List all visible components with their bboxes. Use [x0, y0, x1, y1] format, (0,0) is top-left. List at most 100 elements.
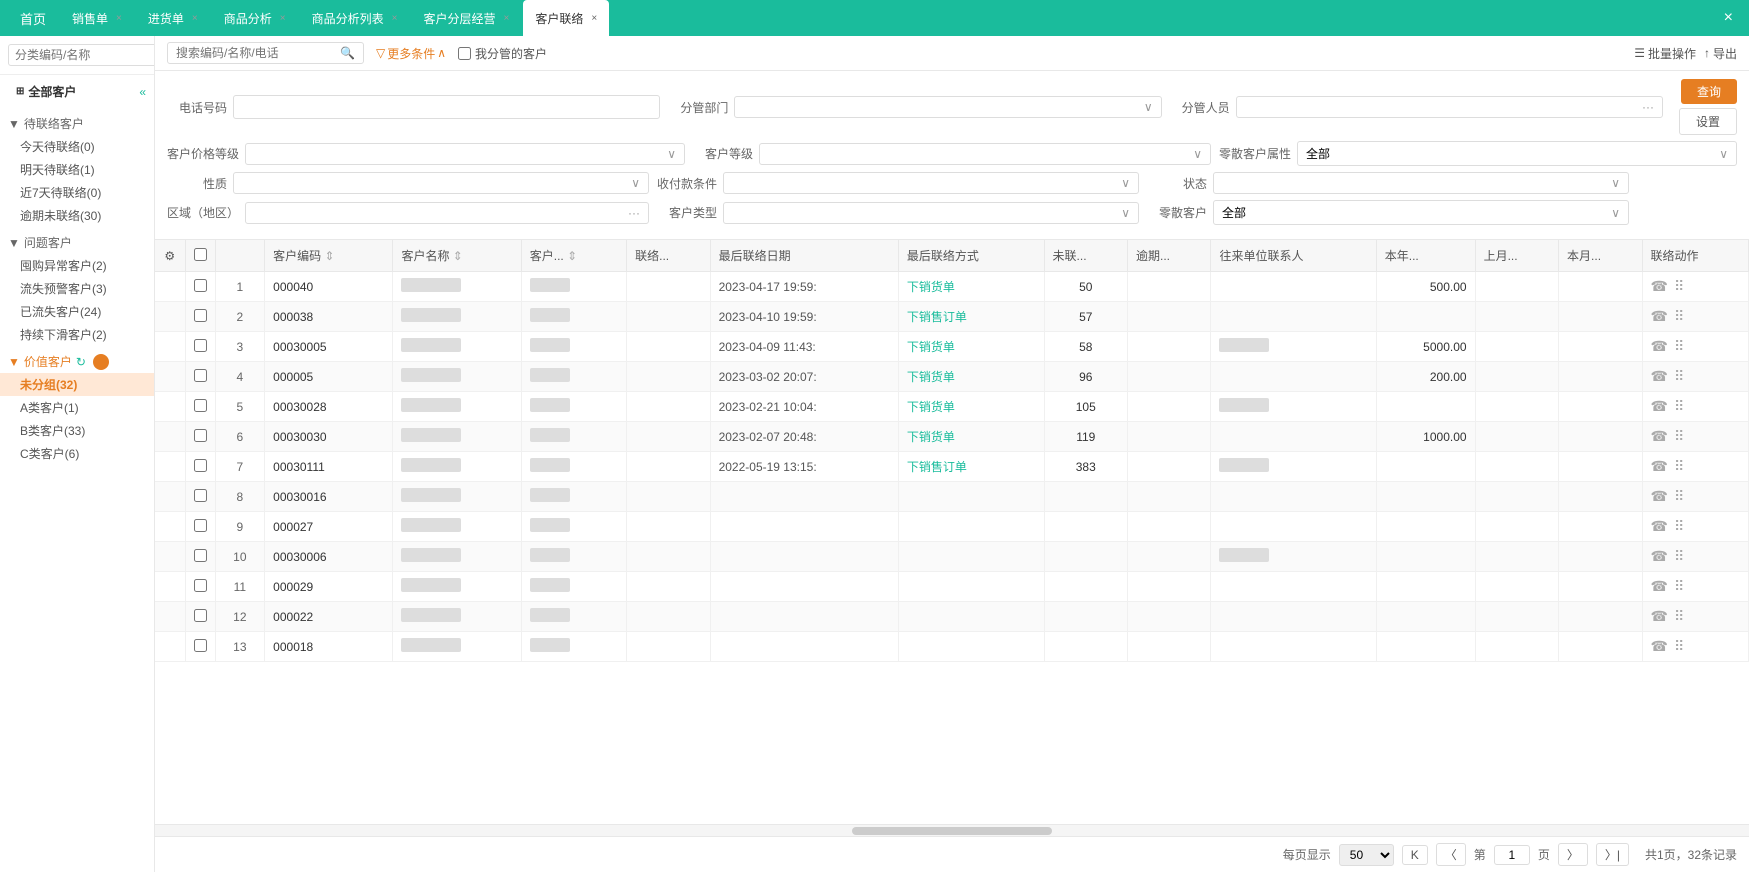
close-icon[interactable]: × — [192, 13, 198, 24]
contact-icon[interactable]: ☎ — [1651, 458, 1668, 475]
status-select[interactable]: ∨ — [1213, 172, 1629, 194]
sidebar-item-today[interactable]: 今天待联络(0) — [0, 135, 154, 158]
search-icon[interactable]: 🔍 — [340, 46, 355, 60]
export-button[interactable]: ↑ 导出 — [1704, 45, 1737, 62]
row-checkbox[interactable] — [194, 369, 207, 382]
sidebar-search-input[interactable] — [8, 44, 155, 66]
last-method-link[interactable]: 下销货单 — [907, 340, 955, 354]
contact-icon[interactable]: ☎ — [1651, 608, 1668, 625]
row-checkbox[interactable] — [194, 339, 207, 352]
th-this-month[interactable]: 本月... — [1559, 240, 1642, 272]
sidebar-group-title-problem[interactable]: ▼ 问题客户 — [0, 231, 154, 254]
retail-select[interactable]: 全部 ∨ — [1213, 200, 1629, 225]
th-overdue[interactable]: 逾期... — [1128, 240, 1211, 272]
prev-page-button[interactable]: 〈 — [1436, 843, 1466, 866]
menu-icon[interactable]: ⠿ — [1674, 548, 1684, 565]
scrollbar-thumb[interactable] — [852, 827, 1052, 835]
reset-button[interactable]: 设置 — [1679, 108, 1737, 135]
row-checkbox[interactable] — [194, 309, 207, 322]
close-icon[interactable]: × — [116, 13, 122, 24]
select-all-checkbox[interactable] — [194, 248, 207, 261]
sidebar-group-title-value[interactable]: ▼ 价值客户 ↻ — [0, 350, 154, 373]
dept-select[interactable]: ∨ — [734, 96, 1161, 118]
row-checkbox[interactable] — [194, 279, 207, 292]
nav-tab-customer-mgmt[interactable]: 客户分层经营 × — [411, 0, 521, 36]
price-select[interactable]: ∨ — [245, 143, 685, 165]
nav-tab-analysis-list[interactable]: 商品分析列表 × — [300, 0, 410, 36]
menu-icon[interactable]: ⠿ — [1674, 638, 1684, 655]
sidebar-collapse-button[interactable]: « — [139, 85, 146, 99]
nav-tab-purchase[interactable]: 进货单 × — [136, 0, 210, 36]
sidebar-item-lost[interactable]: 已流失客户(24) — [0, 300, 154, 323]
contact-icon[interactable]: ☎ — [1651, 578, 1668, 595]
contact-icon[interactable]: ☎ — [1651, 338, 1668, 355]
last-method-link[interactable]: 下销货单 — [907, 280, 955, 294]
contact-icon[interactable]: ☎ — [1651, 428, 1668, 445]
last-method-link[interactable]: 下销售订单 — [907, 460, 967, 474]
sidebar-item-ungrouped[interactable]: 未分组(32) — [0, 373, 154, 396]
area-select[interactable]: ··· — [245, 202, 649, 224]
row-checkbox[interactable] — [194, 609, 207, 622]
th-code[interactable]: 客户编码 ⇕ — [265, 240, 393, 272]
close-icon[interactable]: × — [503, 13, 509, 24]
sidebar-item-warning[interactable]: 流失预警客户(3) — [0, 277, 154, 300]
person-select[interactable]: ··· — [1236, 96, 1663, 118]
sidebar-item-tomorrow[interactable]: 明天待联络(1) — [0, 158, 154, 181]
sidebar-item-overdue[interactable]: 逾期未联络(30) — [0, 204, 154, 227]
th-this-year[interactable]: 本年... — [1376, 240, 1475, 272]
contact-icon[interactable]: ☎ — [1651, 518, 1668, 535]
row-checkbox[interactable] — [194, 489, 207, 502]
per-page-select[interactable]: 50 20 100 — [1339, 844, 1394, 866]
row-checkbox[interactable] — [194, 549, 207, 562]
refresh-icon[interactable]: ↻ — [76, 355, 86, 369]
sidebar-item-a-class[interactable]: A类客户(1) — [0, 396, 154, 419]
next-page-button[interactable]: 〉 — [1558, 843, 1588, 866]
menu-icon[interactable]: ⠿ — [1674, 518, 1684, 535]
contact-icon[interactable]: ☎ — [1651, 308, 1668, 325]
th-last-method[interactable]: 最后联络方式 — [898, 240, 1044, 272]
th-last-month[interactable]: 上月... — [1475, 240, 1558, 272]
row-checkbox[interactable] — [194, 399, 207, 412]
row-checkbox[interactable] — [194, 639, 207, 652]
my-customers-checkbox[interactable]: 我分管的客户 — [458, 45, 547, 62]
menu-icon[interactable]: ⠿ — [1674, 338, 1684, 355]
sidebar-item-c-class[interactable]: C类客户(6) — [0, 442, 154, 465]
row-checkbox[interactable] — [194, 519, 207, 532]
nav-tab-customer-contact[interactable]: 客户联络 × — [523, 0, 609, 36]
contact-icon[interactable]: ☎ — [1651, 368, 1668, 385]
close-icon[interactable]: × — [591, 13, 597, 24]
phone-input[interactable] — [233, 95, 660, 119]
contact-icon[interactable]: ☎ — [1651, 548, 1668, 565]
page-number-input[interactable] — [1494, 845, 1530, 865]
th-contact-person[interactable]: 往来单位联系人 — [1211, 240, 1376, 272]
menu-icon[interactable]: ⠿ — [1674, 488, 1684, 505]
menu-icon[interactable]: ⠿ — [1674, 368, 1684, 385]
menu-icon[interactable]: ⠿ — [1674, 278, 1684, 295]
level-select[interactable]: ∨ — [759, 143, 1211, 165]
th-last-date[interactable]: 最后联络日期 — [710, 240, 898, 272]
menu-icon[interactable]: ⠿ — [1674, 428, 1684, 445]
top-close-button[interactable]: × — [1716, 9, 1741, 27]
filter-search-input[interactable] — [176, 46, 336, 60]
last-method-link[interactable]: 下销货单 — [907, 400, 955, 414]
my-customers-check[interactable] — [458, 47, 471, 60]
contact-icon[interactable]: ☎ — [1651, 398, 1668, 415]
row-checkbox[interactable] — [194, 459, 207, 472]
last-method-link[interactable]: 下销货单 — [907, 430, 955, 444]
th-contact[interactable]: 联络... — [627, 240, 710, 272]
sidebar-item-7days[interactable]: 近7天待联络(0) — [0, 181, 154, 204]
last-method-link[interactable]: 下销货单 — [907, 370, 955, 384]
horizontal-scrollbar[interactable] — [155, 824, 1749, 836]
close-icon[interactable]: × — [392, 13, 398, 24]
nature-select[interactable]: ∨ — [233, 172, 649, 194]
th-settings[interactable]: ⚙ — [155, 240, 185, 272]
th-name[interactable]: 客户名称 ⇕ — [393, 240, 521, 272]
th-no-contact[interactable]: 未联... — [1044, 240, 1127, 272]
last-page-button[interactable]: 〉| — [1596, 843, 1629, 866]
nav-tab-sales[interactable]: 销售单 × — [60, 0, 134, 36]
first-page-button[interactable]: K — [1402, 845, 1428, 865]
type-select[interactable]: ∨ — [723, 202, 1139, 224]
menu-icon[interactable]: ⠿ — [1674, 308, 1684, 325]
row-checkbox[interactable] — [194, 429, 207, 442]
th-type[interactable]: 客户... ⇕ — [521, 240, 626, 272]
